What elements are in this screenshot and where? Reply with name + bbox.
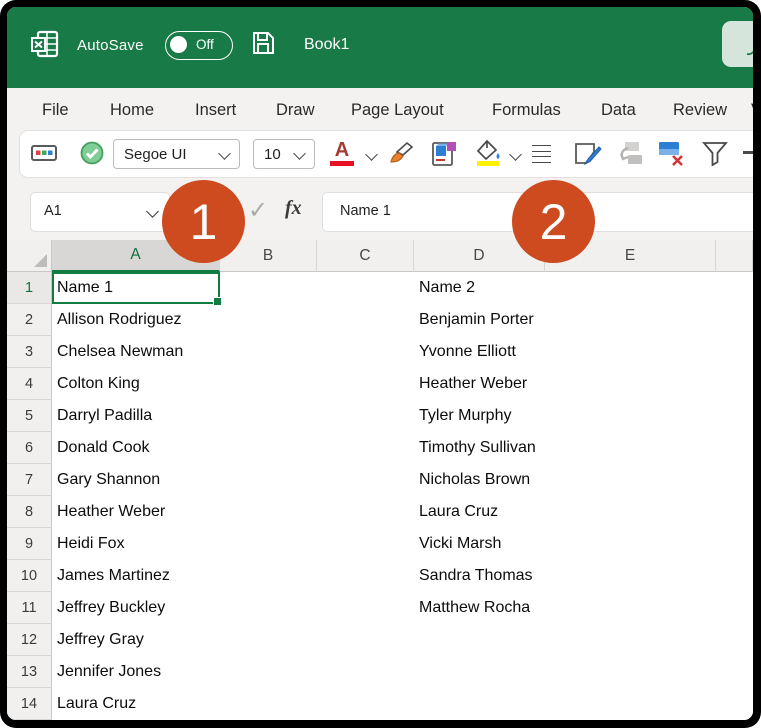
cell-A14[interactable]: Laura Cruz [57,688,136,720]
delete-cells-icon[interactable] [657,139,686,168]
cell-A4[interactable]: Colton King [57,368,140,400]
row-header-14[interactable]: 14 [7,688,52,720]
font-name-select[interactable]: Segoe UI [113,139,240,169]
insert-function-icon[interactable]: fx [285,197,302,220]
select-all-button[interactable] [7,240,52,272]
tab-review[interactable]: Review [673,96,727,124]
row-header-8[interactable]: 8 [7,496,52,528]
ribbon-area: File Home Insert Draw Page Layout Formulas Dat… [7,88,753,240]
title-bar: AutoSave Off Book1 [7,7,753,88]
column-header-c[interactable]: C [317,240,414,272]
enter-check-icon[interactable]: ✓ [248,196,268,225]
cell-D10[interactable]: Sandra Thomas [419,560,533,592]
toggle-knob [170,36,187,53]
tab-view[interactable]: View [751,96,753,124]
cell-A12[interactable]: Jeffrey Gray [57,624,144,656]
font-name-value: Segoe UI [124,146,187,163]
font-size-select[interactable]: 10 [253,139,315,169]
cell-D8[interactable]: Laura Cruz [419,496,498,528]
data-types-icon[interactable] [431,139,458,167]
cell-A7[interactable]: Gary Shannon [57,464,160,496]
cell-D9[interactable]: Vicki Marsh [419,528,501,560]
worksheet-grid: ABCDE 1Name 1Name 22Allison RodriguezBen… [7,240,753,720]
filter-icon[interactable] [701,139,729,167]
fill-handle[interactable] [213,297,222,306]
callout-badge-2: 2 [512,180,595,263]
excel-app-icon[interactable] [30,29,60,59]
row-header-13[interactable]: 13 [7,656,52,688]
cell-D6[interactable]: Timothy Sullivan [419,432,536,464]
cell-A13[interactable]: Jennifer Jones [57,656,161,688]
cell-D4[interactable]: Heather Weber [419,368,527,400]
cell-A2[interactable]: Allison Rodriguez [57,304,182,336]
font-size-value: 10 [264,146,281,163]
row-header-4[interactable]: 4 [7,368,52,400]
tab-home[interactable]: Home [110,96,154,124]
callout-badge-1: 1 [162,180,245,263]
row-header-2[interactable]: 2 [7,304,52,336]
cell-D5[interactable]: Tyler Murphy [419,400,511,432]
cell-A11[interactable]: Jeffrey Buckley [57,592,165,624]
row-header-10[interactable]: 10 [7,560,52,592]
row-header-6[interactable]: 6 [7,432,52,464]
chevron-down-icon [218,147,231,160]
format-painter-icon[interactable] [387,140,415,166]
paste-link-icon[interactable] [615,140,645,167]
name-box-chevron-icon [146,205,159,218]
cell-A6[interactable]: Donald Cook [57,432,150,464]
name-box[interactable]: A1 [30,192,170,232]
titlebar-right-button-glyph [746,47,753,56]
cell-D11[interactable]: Matthew Rocha [419,592,530,624]
clipped-toolbar-icon[interactable] [743,151,753,154]
tab-file[interactable]: File [42,96,69,124]
cell-D2[interactable]: Benjamin Porter [419,304,534,336]
tab-insert[interactable]: Insert [195,96,236,124]
cell-D7[interactable]: Nicholas Brown [419,464,530,496]
cell-A10[interactable]: James Martinez [57,560,170,592]
document-title[interactable]: Book1 [304,36,349,54]
tab-draw[interactable]: Draw [276,96,315,124]
accessibility-check-icon[interactable] [80,141,104,165]
autosave-label: AutoSave [77,37,144,54]
save-icon[interactable] [250,30,276,56]
form-edit-icon[interactable] [573,140,603,167]
align-lines-icon[interactable] [531,143,551,165]
tab-formulas[interactable]: Formulas [492,96,561,124]
chevron-down-icon [293,147,306,160]
row-header-3[interactable]: 3 [7,336,52,368]
select-all-triangle-icon [34,254,47,267]
excel-window: AutoSave Off Book1 File Home Insert Draw Pag… [7,7,753,720]
font-color-icon[interactable]: A [327,138,357,168]
cell-D3[interactable]: Yvonne Elliott [419,336,516,368]
row-header-7[interactable]: 7 [7,464,52,496]
column-header-clipped[interactable] [716,240,753,272]
formula-bar-value: Name 1 [340,203,391,219]
screenshot-frame: AutoSave Off Book1 File Home Insert Draw Pag… [0,0,761,728]
selected-cell-outline[interactable] [52,272,220,304]
cell-A5[interactable]: Darryl Padilla [57,400,152,432]
row-header-5[interactable]: 5 [7,400,52,432]
cell-A9[interactable]: Heidi Fox [57,528,125,560]
row-header-12[interactable]: 12 [7,624,52,656]
titlebar-right-button[interactable] [722,21,753,67]
name-box-value: A1 [44,203,62,219]
cell-A8[interactable]: Heather Weber [57,496,165,528]
autosave-state: Off [196,37,214,52]
row-header-9[interactable]: 9 [7,528,52,560]
row-header-11[interactable]: 11 [7,592,52,624]
autosave-toggle[interactable]: Off [165,31,233,60]
tab-page-layout[interactable]: Page Layout [351,96,444,124]
fill-color-icon[interactable] [474,138,504,168]
toolbar-options-icon[interactable] [31,144,57,162]
row-header-1[interactable]: 1 [7,272,52,304]
cell-D1[interactable]: Name 2 [419,272,475,304]
cell-A3[interactable]: Chelsea Newman [57,336,183,368]
tab-data[interactable]: Data [601,96,636,124]
